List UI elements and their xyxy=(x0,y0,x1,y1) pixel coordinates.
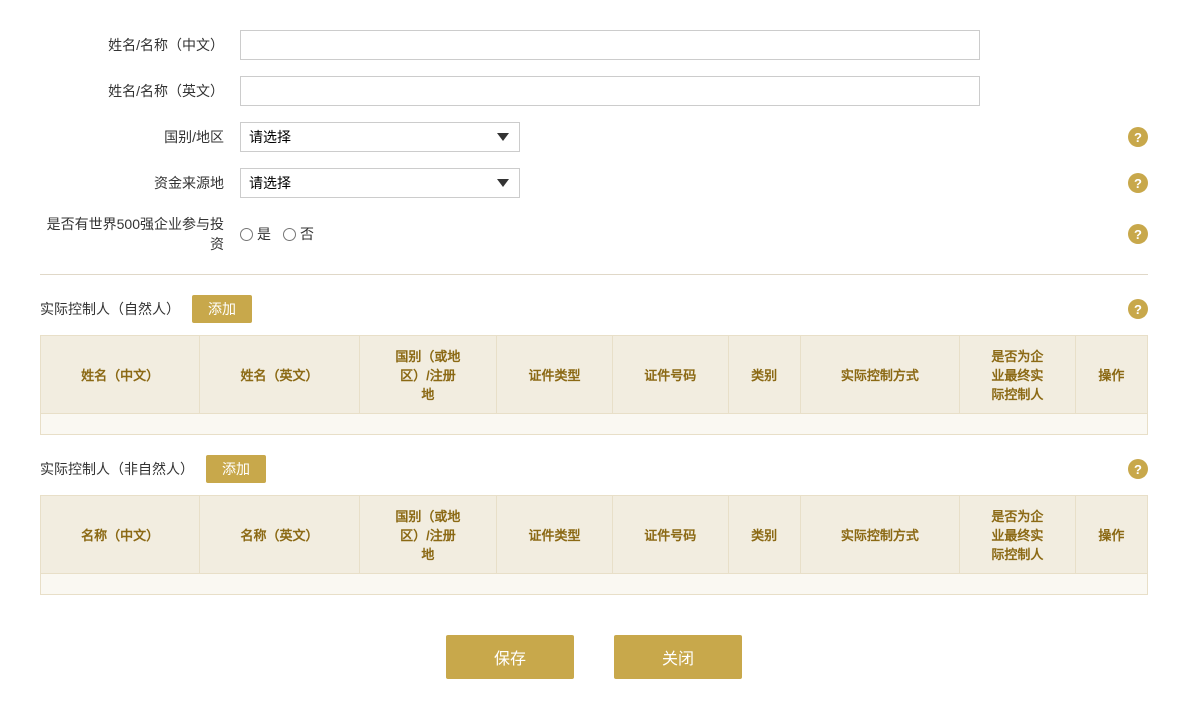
np-col-name-en: 姓名（英文） xyxy=(200,336,359,414)
natural-person-table: 姓名（中文） 姓名（英文） 国别（或地区）/注册地 证件类型 证件号码 类别 实… xyxy=(40,335,1148,435)
fund-source-select[interactable]: 请选择 xyxy=(240,168,520,198)
non-natural-person-add-btn[interactable]: 添加 xyxy=(206,455,266,483)
name-en-row: 姓名/名称（英文） xyxy=(40,76,1148,106)
np-col-control-method: 实际控制方式 xyxy=(800,336,959,414)
fortune500-yes-text: 是 xyxy=(257,224,271,244)
fortune500-no-radio[interactable] xyxy=(283,228,296,241)
non-natural-person-title: 实际控制人（非自然人） xyxy=(40,459,194,479)
fortune500-row: 是否有世界500强企业参与投资 是 否 ? xyxy=(40,214,1148,254)
fortune500-radio-group: 是 否 xyxy=(240,224,314,244)
non-natural-person-empty-row xyxy=(41,574,1148,595)
fortune500-yes-radio[interactable] xyxy=(240,228,253,241)
natural-person-title: 实际控制人（自然人） xyxy=(40,299,180,319)
np-col-country: 国别（或地区）/注册地 xyxy=(359,336,497,414)
non-natural-person-section: 实际控制人（非自然人） 添加 ? 名称（中文） 名称（英文） 国别（或地区）/注… xyxy=(40,455,1148,595)
natural-person-empty-row xyxy=(41,414,1148,435)
name-en-input[interactable] xyxy=(240,76,980,106)
np-col-category: 类别 xyxy=(728,336,800,414)
fund-source-label: 资金来源地 xyxy=(40,173,240,193)
name-cn-label: 姓名/名称（中文） xyxy=(40,35,240,55)
fund-source-row: 资金来源地 请选择 ? xyxy=(40,168,1148,198)
np-col-cert-no: 证件号码 xyxy=(612,336,728,414)
np-col-name-cn: 姓名（中文） xyxy=(41,336,200,414)
nnp-col-is-final: 是否为企业最终实际控制人 xyxy=(960,496,1076,574)
main-form: 姓名/名称（中文） 姓名/名称（英文） 国别/地区 请选择 ? 资金来源地 请选… xyxy=(40,30,1148,254)
fortune500-no-text: 否 xyxy=(300,224,314,244)
non-natural-person-header: 实际控制人（非自然人） 添加 ? xyxy=(40,455,1148,483)
country-help-icon[interactable]: ? xyxy=(1128,127,1148,147)
np-col-is-final: 是否为企业最终实际控制人 xyxy=(960,336,1076,414)
np-col-action: 操作 xyxy=(1075,336,1147,414)
country-row: 国别/地区 请选择 ? xyxy=(40,122,1148,152)
np-col-cert-type: 证件类型 xyxy=(497,336,613,414)
natural-person-section: 实际控制人（自然人） 添加 ? 姓名（中文） 姓名（英文） 国别（或地区）/注册… xyxy=(40,295,1148,435)
nnp-col-category: 类别 xyxy=(728,496,800,574)
name-cn-row: 姓名/名称（中文） xyxy=(40,30,1148,60)
fortune500-no-label[interactable]: 否 xyxy=(283,224,314,244)
non-natural-person-table-header-row: 名称（中文） 名称（英文） 国别（或地区）/注册地 证件类型 证件号码 类别 实… xyxy=(41,496,1148,574)
natural-person-header: 实际控制人（自然人） 添加 ? xyxy=(40,295,1148,323)
nnp-col-name-cn: 名称（中文） xyxy=(41,496,200,574)
fund-source-help-icon[interactable]: ? xyxy=(1128,173,1148,193)
fortune500-label: 是否有世界500强企业参与投资 xyxy=(40,214,240,254)
nnp-col-action: 操作 xyxy=(1075,496,1147,574)
non-natural-person-empty-cell xyxy=(41,574,1148,595)
name-en-label: 姓名/名称（英文） xyxy=(40,81,240,101)
natural-person-add-btn[interactable]: 添加 xyxy=(192,295,252,323)
name-cn-input[interactable] xyxy=(240,30,980,60)
fortune500-yes-label[interactable]: 是 xyxy=(240,224,271,244)
non-natural-person-table: 名称（中文） 名称（英文） 国别（或地区）/注册地 证件类型 证件号码 类别 实… xyxy=(40,495,1148,595)
fortune500-help-icon[interactable]: ? xyxy=(1128,224,1148,244)
nnp-col-country: 国别（或地区）/注册地 xyxy=(359,496,497,574)
non-natural-person-help-icon[interactable]: ? xyxy=(1128,459,1148,479)
divider-1 xyxy=(40,274,1148,275)
natural-person-empty-cell xyxy=(41,414,1148,435)
close-button[interactable]: 关闭 xyxy=(614,635,742,679)
save-button[interactable]: 保存 xyxy=(446,635,574,679)
country-select[interactable]: 请选择 xyxy=(240,122,520,152)
natural-person-table-header-row: 姓名（中文） 姓名（英文） 国别（或地区）/注册地 证件类型 证件号码 类别 实… xyxy=(41,336,1148,414)
nnp-col-cert-type: 证件类型 xyxy=(497,496,613,574)
footer-buttons: 保存 关闭 xyxy=(40,635,1148,679)
country-label: 国别/地区 xyxy=(40,127,240,147)
nnp-col-cert-no: 证件号码 xyxy=(612,496,728,574)
natural-person-help-icon[interactable]: ? xyxy=(1128,299,1148,319)
nnp-col-control-method: 实际控制方式 xyxy=(800,496,959,574)
nnp-col-name-en: 名称（英文） xyxy=(200,496,359,574)
